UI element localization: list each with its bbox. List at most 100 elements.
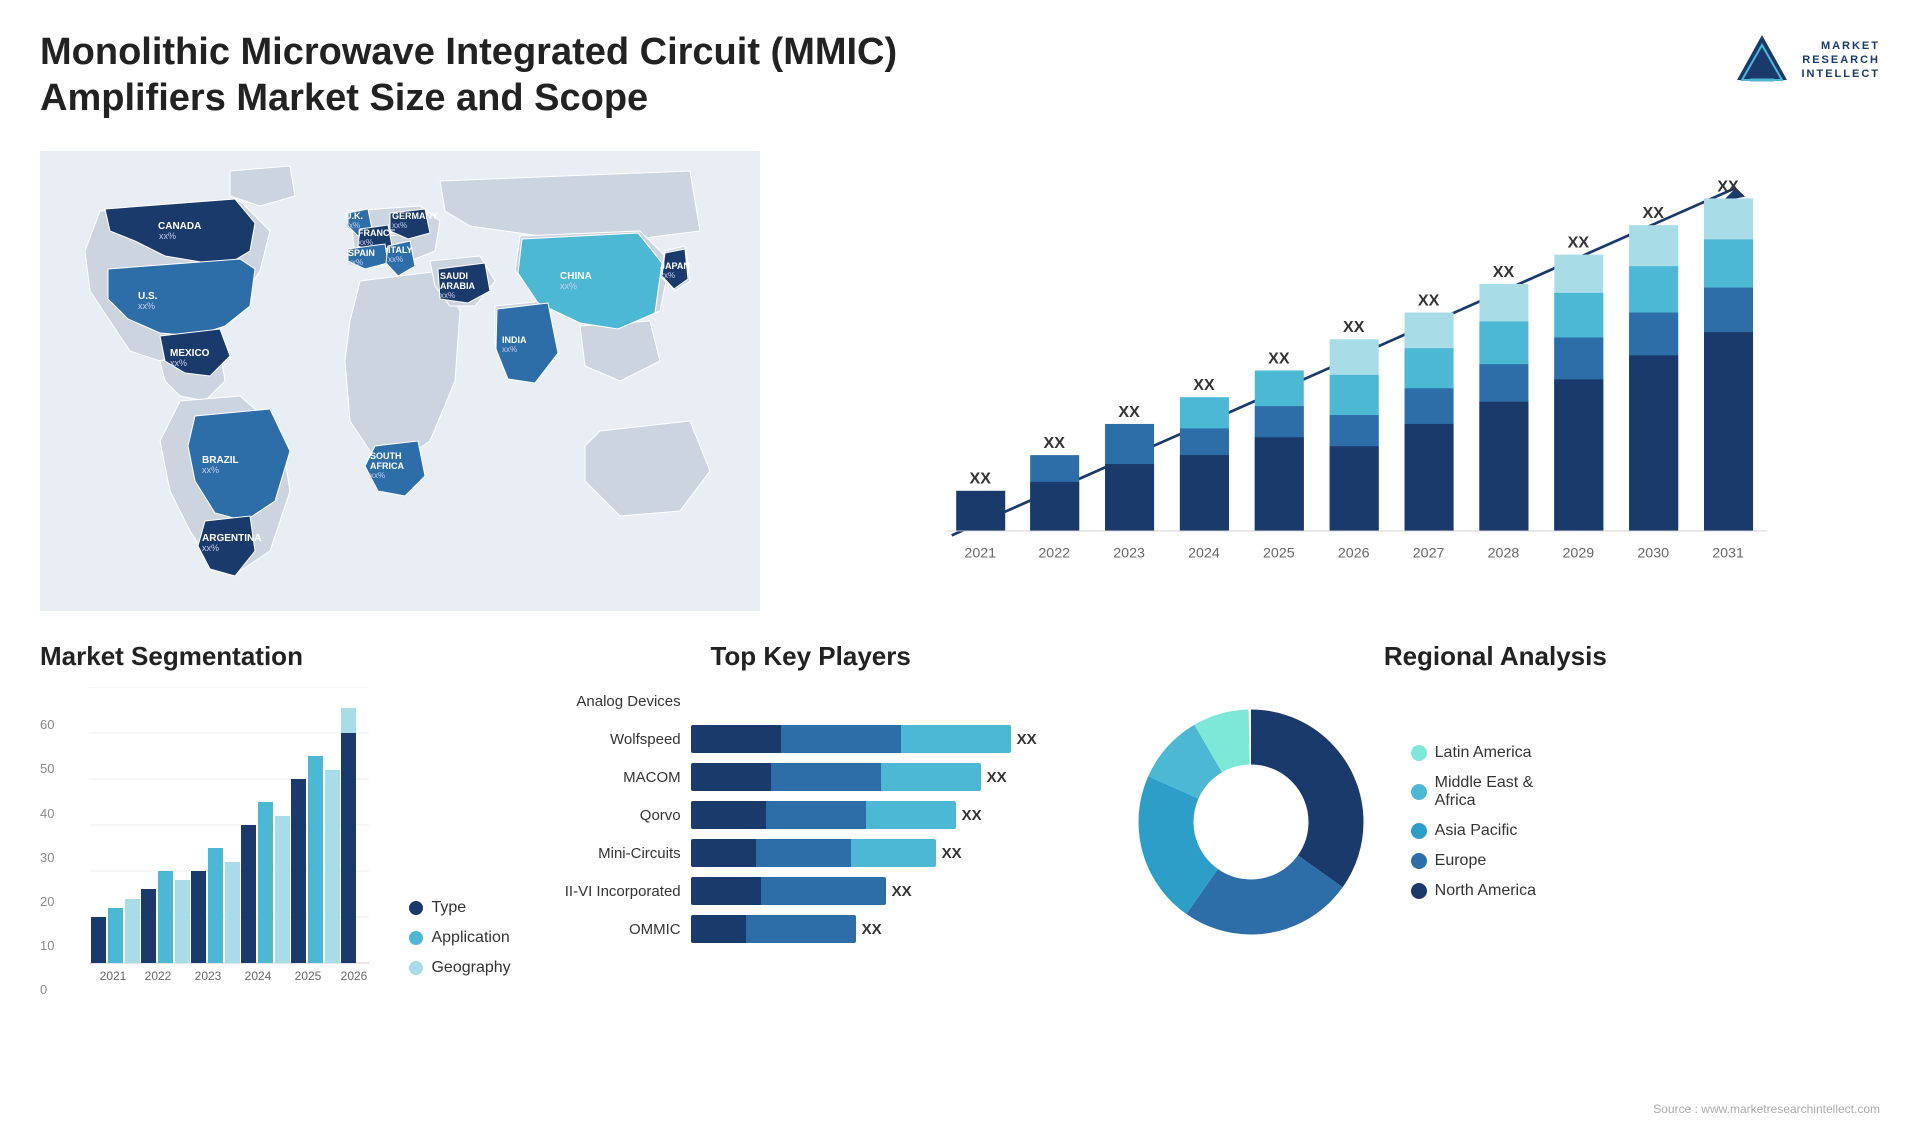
legend-application: Application bbox=[409, 929, 510, 947]
growth-bar-chart: XX 2021 XX 2022 XX 2023 XX 2024 bbox=[790, 141, 1880, 621]
logo-area: MARKET RESEARCH INTELLECT bbox=[1732, 30, 1881, 90]
svg-text:2024: 2024 bbox=[245, 969, 272, 983]
na-label: North America bbox=[1435, 882, 1536, 900]
germany-label: GERMANY bbox=[392, 211, 438, 221]
svg-text:xx%: xx% bbox=[170, 358, 187, 368]
player-iivi: II-VI Incorporated XX bbox=[531, 877, 1091, 905]
mea-label: Middle East &Africa bbox=[1435, 774, 1534, 810]
map-svg: CANADA xx% U.S. xx% MEXICO xx% BRAZIL xx… bbox=[40, 141, 760, 621]
source-text: Source : www.marketresearchintellect.com bbox=[1111, 1102, 1880, 1116]
player-name-mini: Mini-Circuits bbox=[531, 845, 681, 862]
player-xx-macom: XX bbox=[987, 769, 1007, 786]
svg-text:2030: 2030 bbox=[1637, 546, 1669, 562]
svg-text:2024: 2024 bbox=[1188, 546, 1220, 562]
svg-text:XX: XX bbox=[970, 470, 992, 488]
svg-text:xx%: xx% bbox=[440, 291, 455, 300]
player-xx-qorvo: XX bbox=[962, 807, 982, 824]
regional-inner: Latin America Middle East &Africa Asia P… bbox=[1111, 682, 1880, 962]
regional-title: Regional Analysis bbox=[1111, 641, 1880, 672]
player-xx-ommic: XX bbox=[862, 921, 882, 938]
player-name-qorvo: Qorvo bbox=[531, 807, 681, 824]
saudi-label: SAUDI bbox=[440, 271, 468, 281]
svg-text:xx%: xx% bbox=[370, 471, 385, 480]
svg-text:xx%: xx% bbox=[358, 238, 373, 247]
bottom-section: Market Segmentation 60 50 40 30 20 10 0 bbox=[40, 641, 1880, 1116]
reg-legend-na: North America bbox=[1411, 882, 1536, 900]
legend-geo-label: Geography bbox=[431, 959, 510, 977]
reg-legend-latin: Latin America bbox=[1411, 744, 1536, 762]
bar-chart-svg: XX 2021 XX 2022 XX 2023 XX 2024 bbox=[810, 161, 1860, 571]
reg-legend-europe: Europe bbox=[1411, 852, 1536, 870]
svg-text:2026: 2026 bbox=[341, 969, 368, 983]
legend-geography: Geography bbox=[409, 959, 510, 977]
logo-line2: RESEARCH bbox=[1802, 53, 1881, 67]
svg-text:xx%: xx% bbox=[159, 231, 176, 241]
svg-text:XX: XX bbox=[1568, 234, 1590, 252]
world-map: CANADA xx% U.S. xx% MEXICO xx% BRAZIL xx… bbox=[40, 141, 760, 621]
player-bar-wolfspeed: XX bbox=[691, 725, 1091, 753]
svg-text:XX: XX bbox=[1044, 434, 1066, 452]
legend-type-dot bbox=[409, 901, 423, 915]
svg-text:XX: XX bbox=[1193, 376, 1215, 394]
svg-text:2027: 2027 bbox=[1413, 546, 1445, 562]
player-name-iivi: II-VI Incorporated bbox=[531, 883, 681, 900]
svg-text:AFRICA: AFRICA bbox=[370, 461, 404, 471]
y-label-10: 10 bbox=[40, 938, 54, 953]
svg-text:xx%: xx% bbox=[502, 345, 517, 354]
svg-text:2021: 2021 bbox=[100, 969, 127, 983]
donut-svg bbox=[1111, 682, 1391, 962]
latin-label: Latin America bbox=[1435, 744, 1532, 762]
player-wolfspeed: Wolfspeed XX bbox=[531, 725, 1091, 753]
svg-text:XX: XX bbox=[1643, 204, 1665, 222]
svg-text:xx%: xx% bbox=[202, 543, 219, 553]
seg-y-axis: 60 50 40 30 20 10 0 bbox=[40, 717, 54, 997]
svg-text:XX: XX bbox=[1717, 177, 1739, 195]
france-label: FRANCE bbox=[358, 228, 396, 238]
y-label-20: 20 bbox=[40, 894, 54, 909]
player-name-wolfspeed: Wolfspeed bbox=[531, 731, 681, 748]
player-name-ommic: OMMIC bbox=[531, 921, 681, 938]
uk-label: U.K. bbox=[345, 211, 363, 221]
apac-dot bbox=[1411, 823, 1427, 839]
svg-text:2029: 2029 bbox=[1562, 546, 1594, 562]
japan-label: JAPAN bbox=[660, 261, 690, 271]
player-name-macom: MACOM bbox=[531, 769, 681, 786]
market-segmentation: Market Segmentation 60 50 40 30 20 10 0 bbox=[40, 641, 511, 1116]
player-macom: MACOM XX bbox=[531, 763, 1091, 791]
logo-icon bbox=[1732, 30, 1792, 90]
europe-dot bbox=[1411, 853, 1427, 869]
player-ommic: OMMIC XX bbox=[531, 915, 1091, 943]
player-bar-macom: XX bbox=[691, 763, 1091, 791]
svg-text:xx%: xx% bbox=[392, 221, 407, 230]
svg-text:2023: 2023 bbox=[1113, 546, 1145, 562]
regional-analysis: Regional Analysis bbox=[1111, 641, 1880, 1094]
segmentation-title: Market Segmentation bbox=[40, 641, 511, 672]
svg-text:XX: XX bbox=[1268, 350, 1290, 368]
player-bar-ommic: XX bbox=[691, 915, 1091, 943]
svg-text:xx%: xx% bbox=[348, 258, 363, 267]
y-label-0: 0 bbox=[40, 982, 54, 997]
svg-text:xx%: xx% bbox=[660, 271, 675, 280]
players-title: Top Key Players bbox=[531, 641, 1091, 672]
player-xx-iivi: XX bbox=[892, 883, 912, 900]
seg-legend: Type Application Geography bbox=[409, 899, 510, 997]
svg-text:2026: 2026 bbox=[1338, 546, 1370, 562]
legend-type: Type bbox=[409, 899, 510, 917]
player-bar-qorvo: XX bbox=[691, 801, 1091, 829]
italy-label: ITALY bbox=[388, 245, 413, 255]
regional-legend: Latin America Middle East &Africa Asia P… bbox=[1411, 744, 1536, 900]
regional-section: Regional Analysis bbox=[1111, 641, 1880, 1116]
logo-line3: INTELLECT bbox=[1802, 67, 1881, 81]
svg-text:2031: 2031 bbox=[1712, 546, 1744, 562]
svg-text:xx%: xx% bbox=[560, 281, 577, 291]
svg-text:2023: 2023 bbox=[195, 969, 222, 983]
y-label-60: 60 bbox=[40, 717, 54, 732]
spain-label: SPAIN bbox=[348, 248, 375, 258]
seg-chart-area: 60 50 40 30 20 10 0 bbox=[40, 687, 511, 997]
y-label-40: 40 bbox=[40, 806, 54, 821]
svg-text:2021: 2021 bbox=[964, 546, 996, 562]
svg-text:xx%: xx% bbox=[202, 465, 219, 475]
reg-legend-mea: Middle East &Africa bbox=[1411, 774, 1536, 810]
europe-label: Europe bbox=[1435, 852, 1487, 870]
player-bar-iivi: XX bbox=[691, 877, 1091, 905]
